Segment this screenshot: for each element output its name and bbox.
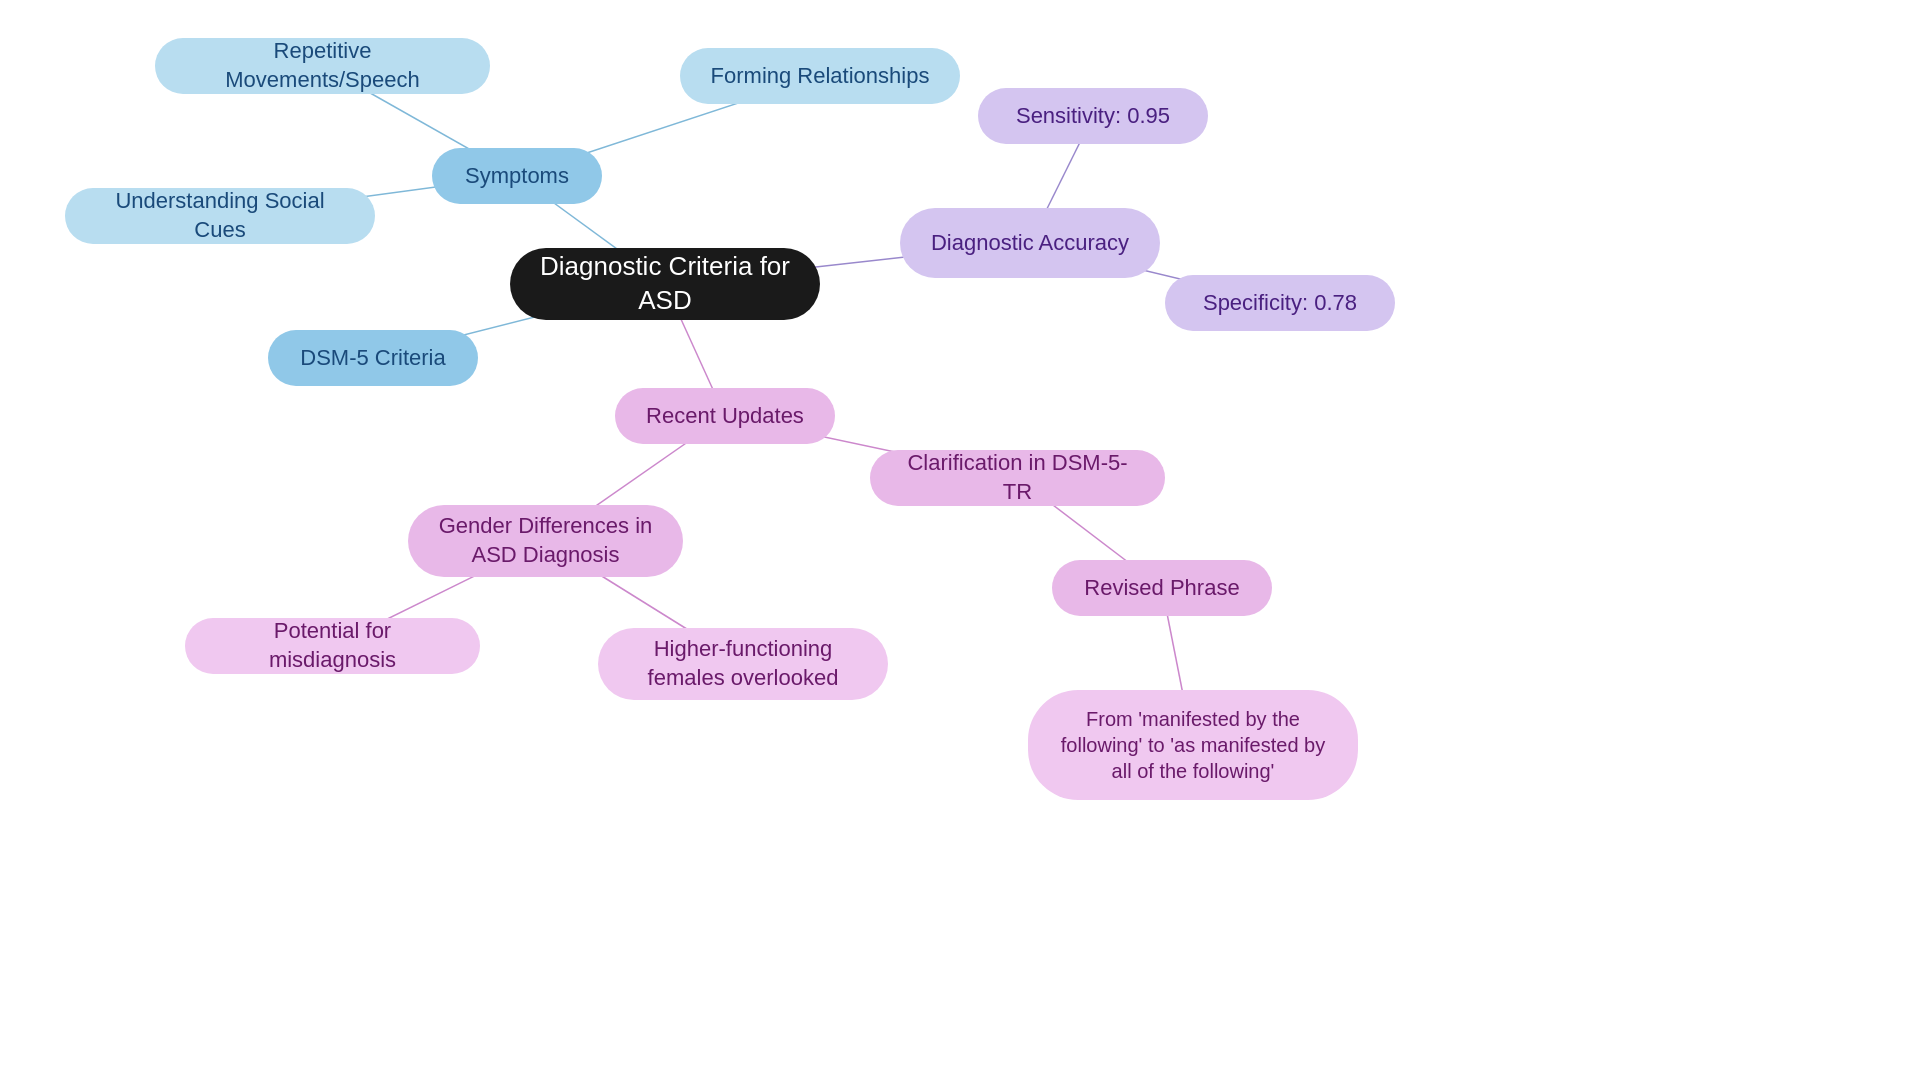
specificity-node[interactable]: Specificity: 0.78 [1165,275,1395,331]
higher-functioning-node[interactable]: Higher-functioning females overlooked [598,628,888,700]
recent-updates-node[interactable]: Recent Updates [615,388,835,444]
gender-differences-node[interactable]: Gender Differences in ASD Diagnosis [408,505,683,577]
revised-phrase-node[interactable]: Revised Phrase [1052,560,1272,616]
from-manifested-node[interactable]: From 'manifested by the following' to 'a… [1028,690,1358,800]
diagnostic-accuracy-node[interactable]: Diagnostic Accuracy [900,208,1160,278]
repetitive-movements-node[interactable]: Repetitive Movements/Speech [155,38,490,94]
potential-misdiagnosis-node[interactable]: Potential for misdiagnosis [185,618,480,674]
center-node[interactable]: Diagnostic Criteria for ASD [510,248,820,320]
forming-relationships-node[interactable]: Forming Relationships [680,48,960,104]
sensitivity-node[interactable]: Sensitivity: 0.95 [978,88,1208,144]
symptoms-node[interactable]: Symptoms [432,148,602,204]
understanding-social-cues-node[interactable]: Understanding Social Cues [65,188,375,244]
clarification-node[interactable]: Clarification in DSM-5-TR [870,450,1165,506]
dsm5-criteria-node[interactable]: DSM-5 Criteria [268,330,478,386]
